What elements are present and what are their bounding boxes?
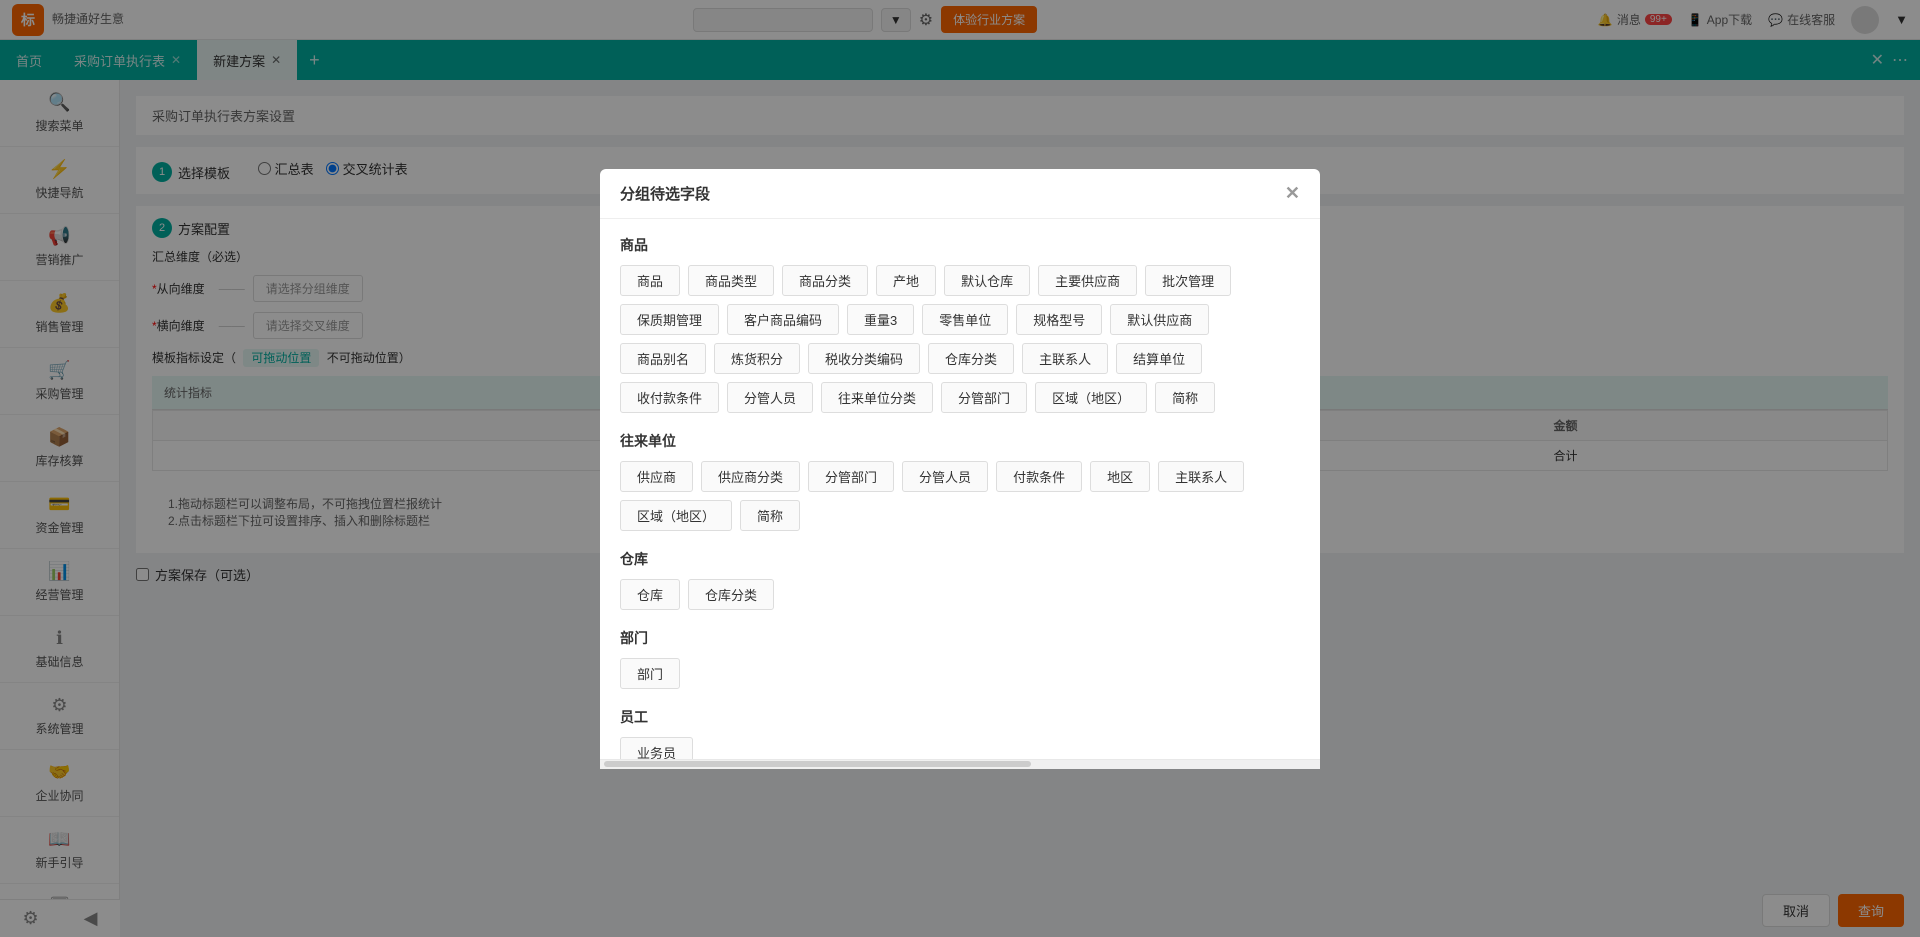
field-tags-partner: 供应商 供应商分类 分管部门 分管人员 付款条件 地区 主联系人 区域（地区） … [620,461,1300,531]
modal-body[interactable]: 商品 商品 商品类型 商品分类 产地 默认仓库 主要供应商 批次管理 保质期管理… [600,219,1320,760]
field-group-warehouse-title: 仓库 [620,549,1300,569]
modal-overlay[interactable]: 分组待选字段 ✕ 商品 商品 商品类型 商品分类 产地 默认仓库 主要供应商 批… [0,0,1920,937]
field-group-partner: 往来单位 供应商 供应商分类 分管部门 分管人员 付款条件 地区 主联系人 区域… [620,431,1300,531]
field-tag[interactable]: 重量3 [847,304,914,335]
field-tag[interactable]: 付款条件 [996,461,1082,492]
modal-horizontal-scrollbar[interactable] [600,759,1320,768]
field-tag[interactable]: 收付款条件 [620,382,719,413]
field-tag[interactable]: 供应商分类 [701,461,800,492]
field-tag[interactable]: 简称 [740,500,800,531]
field-tag[interactable]: 分管部门 [808,461,894,492]
field-group-warehouse: 仓库 仓库 仓库分类 [620,549,1300,610]
field-tag[interactable]: 主要供应商 [1038,265,1137,296]
field-tags-department: 部门 [620,658,1300,689]
field-tag[interactable]: 分管人员 [727,382,813,413]
field-tag[interactable]: 商品类型 [688,265,774,296]
field-group-employee-title: 员工 [620,707,1300,727]
field-group-department-title: 部门 [620,628,1300,648]
field-tag[interactable]: 保质期管理 [620,304,719,335]
modal-hscroll-thumb [604,761,1031,767]
modal-header: 分组待选字段 ✕ [600,169,1320,219]
field-group-goods-title: 商品 [620,235,1300,255]
field-tag[interactable]: 区域（地区） [620,500,732,531]
field-selection-modal: 分组待选字段 ✕ 商品 商品 商品类型 商品分类 产地 默认仓库 主要供应商 批… [600,169,1320,769]
field-tag[interactable]: 产地 [876,265,936,296]
field-tag[interactable]: 仓库 [620,579,680,610]
field-tag[interactable]: 批次管理 [1145,265,1231,296]
field-tag[interactable]: 默认仓库 [944,265,1030,296]
field-tag[interactable]: 商品别名 [620,343,706,374]
field-tag[interactable]: 商品分类 [782,265,868,296]
field-tag[interactable]: 仓库分类 [928,343,1014,374]
field-tag[interactable]: 结算单位 [1116,343,1202,374]
field-tag[interactable]: 主联系人 [1158,461,1244,492]
field-tag[interactable]: 地区 [1090,461,1150,492]
field-tag[interactable]: 简称 [1155,382,1215,413]
field-tag[interactable]: 供应商 [620,461,693,492]
field-tag[interactable]: 区域（地区） [1035,382,1147,413]
field-tag[interactable]: 炼货积分 [714,343,800,374]
field-tag[interactable]: 仓库分类 [688,579,774,610]
field-tag[interactable]: 客户商品编码 [727,304,839,335]
modal-title: 分组待选字段 [620,183,710,204]
field-tags-goods: 商品 商品类型 商品分类 产地 默认仓库 主要供应商 批次管理 保质期管理 客户… [620,265,1300,413]
field-tags-warehouse: 仓库 仓库分类 [620,579,1300,610]
field-tag[interactable]: 商品 [620,265,680,296]
field-group-employee: 员工 业务员 [620,707,1300,760]
field-tag[interactable]: 部门 [620,658,680,689]
field-tag[interactable]: 主联系人 [1022,343,1108,374]
field-group-department: 部门 部门 [620,628,1300,689]
field-group-partner-title: 往来单位 [620,431,1300,451]
field-tag[interactable]: 分管人员 [902,461,988,492]
field-tag[interactable]: 税收分类编码 [808,343,920,374]
field-tag[interactable]: 默认供应商 [1110,304,1209,335]
modal-close-btn[interactable]: ✕ [1285,183,1300,204]
field-tag[interactable]: 规格型号 [1016,304,1102,335]
field-tag[interactable]: 往来单位分类 [821,382,933,413]
field-tag[interactable]: 业务员 [620,737,693,760]
field-tag[interactable]: 零售单位 [922,304,1008,335]
field-tags-employee: 业务员 [620,737,1300,760]
field-group-goods: 商品 商品 商品类型 商品分类 产地 默认仓库 主要供应商 批次管理 保质期管理… [620,235,1300,413]
field-tag[interactable]: 分管部门 [941,382,1027,413]
